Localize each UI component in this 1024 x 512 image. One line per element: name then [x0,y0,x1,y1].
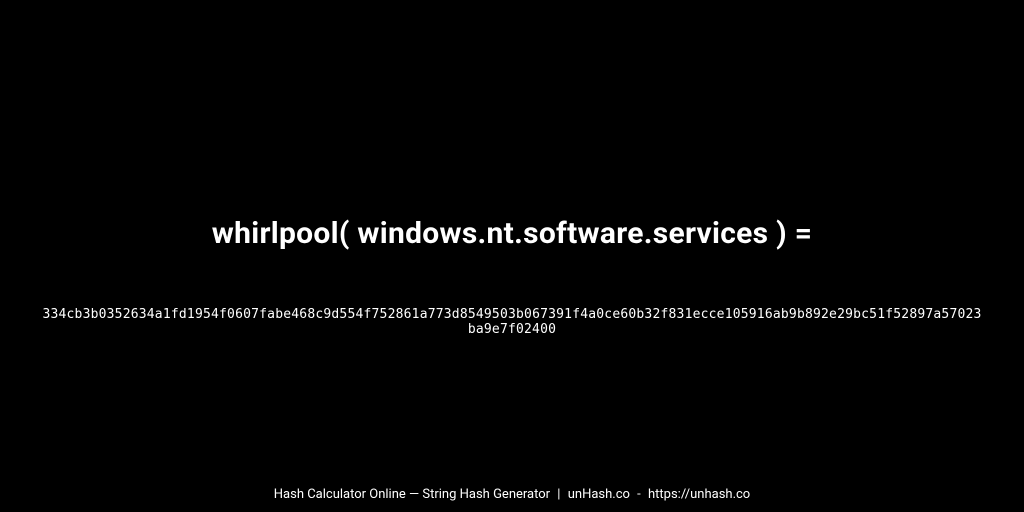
footer-site-url[interactable]: https://unhash.co [648,487,750,502]
footer: Hash Calculator Online — String Hash Gen… [0,487,1024,502]
footer-site-name[interactable]: unHash.co [568,487,630,502]
main-content: whirlpool( windows.nt.software.services … [0,0,1024,512]
footer-separator: | [553,487,564,502]
hash-output: 334cb3b0352634a1fd1954f0607fabe468c9d554… [0,307,1024,337]
footer-dash: - [633,487,645,502]
hash-expression: whirlpool( windows.nt.software.services … [212,216,812,251]
footer-title: Hash Calculator Online — String Hash Gen… [274,487,550,502]
